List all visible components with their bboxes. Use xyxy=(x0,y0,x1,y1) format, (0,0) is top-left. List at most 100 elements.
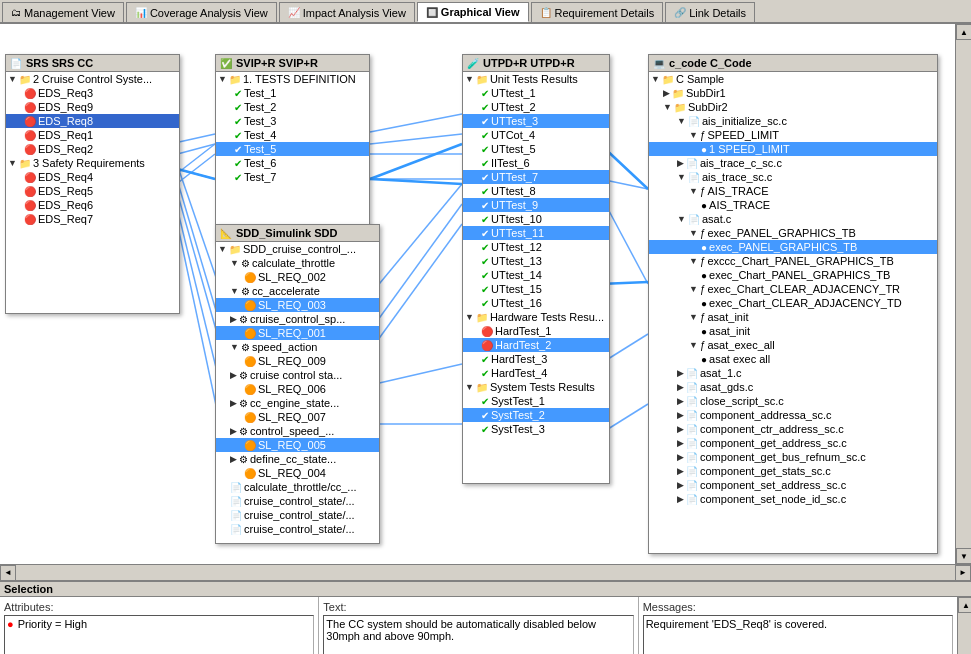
scroll-up-button[interactable]: ▲ xyxy=(956,24,971,40)
utpd-hard1[interactable]: 🔴 HardTest_1 xyxy=(463,324,609,338)
ccode-asat-exec-func[interactable]: ▼ ƒ asat_exec_all xyxy=(649,338,937,352)
sdd-item-req003[interactable]: 🟠 SL_REQ_003 xyxy=(216,298,379,312)
ccode-exec-panel-func[interactable]: ▼ ƒ exec_PANEL_GRAPHICS_TB xyxy=(649,226,937,240)
ccode-asat-init-func[interactable]: ▼ ƒ asat_init xyxy=(649,310,937,324)
utpd-hard3[interactable]: ✔ HardTest_3 xyxy=(463,352,609,366)
utpd-test9[interactable]: ✔ UTTest_9 xyxy=(463,198,609,212)
ccode-ais-trace-sc[interactable]: ▼ 📄 ais_trace_sc.c xyxy=(649,170,937,184)
svip-item-tests[interactable]: ▼ 📁 1. TESTS DEFINITION xyxy=(216,72,369,86)
sdd-item-cruise-stat[interactable]: ▶ ⚙ cruise control sta... xyxy=(216,368,379,382)
srs-item-req7[interactable]: 🔴 EDS_Req7 xyxy=(6,212,179,226)
svip-item-test4[interactable]: ✔ Test_4 xyxy=(216,128,369,142)
sdd-item-req001[interactable]: 🟠 SL_REQ_001 xyxy=(216,326,379,340)
ccode-ais-trace-func[interactable]: ▼ ƒ AIS_TRACE xyxy=(649,184,937,198)
utpd-test10[interactable]: ✔ UTtest_10 xyxy=(463,212,609,226)
ccode-close-script[interactable]: ▶ 📄 close_script_sc.c xyxy=(649,394,937,408)
tab-req-details[interactable]: 📋 Requirement Details xyxy=(531,2,664,22)
utpd-test8[interactable]: ✔ UTtest_8 xyxy=(463,184,609,198)
sdd-item-calc[interactable]: ▼ ⚙ calculate_throttle xyxy=(216,256,379,270)
sdd-item-cruise[interactable]: ▼ 📁 SDD_cruise_control_... xyxy=(216,242,379,256)
tab-link-details[interactable]: 🔗 Link Details xyxy=(665,2,755,22)
sdd-item-req009[interactable]: 🟠 SL_REQ_009 xyxy=(216,354,379,368)
utpd-test3[interactable]: ✔ UTTest_3 xyxy=(463,114,609,128)
sdd-item-req005[interactable]: 🟠 SL_REQ_005 xyxy=(216,438,379,452)
sdd-item-control-speed[interactable]: ▶ ⚙ control_speed_... xyxy=(216,424,379,438)
srs-item-req4[interactable]: 🔴 EDS_Req4 xyxy=(6,170,179,184)
ccode-asat[interactable]: ▼ 📄 asat.c xyxy=(649,212,937,226)
srs-item-req6[interactable]: 🔴 EDS_Req6 xyxy=(6,198,179,212)
sdd-item-req006[interactable]: 🟠 SL_REQ_006 xyxy=(216,382,379,396)
srs-item-req5[interactable]: 🔴 EDS_Req5 xyxy=(6,184,179,198)
sdd-item-req004[interactable]: 🟠 SL_REQ_004 xyxy=(216,466,379,480)
sdd-item-cruise-file1[interactable]: 📄 cruise_control_state/... xyxy=(216,494,379,508)
sdd-item-define[interactable]: ▶ ⚙ define_cc_state... xyxy=(216,452,379,466)
utpd-hard4[interactable]: ✔ HardTest_4 xyxy=(463,366,609,380)
ccode-asat-init-item[interactable]: ● asat_init xyxy=(649,324,937,338)
ccode-asat1[interactable]: ▶ 📄 asat_1.c xyxy=(649,366,937,380)
ccode-comp-bus[interactable]: ▶ 📄 component_get_bus_refnum_sc.c xyxy=(649,450,937,464)
utpd-test11[interactable]: ✔ UTTest_11 xyxy=(463,226,609,240)
svip-item-test1[interactable]: ✔ Test_1 xyxy=(216,86,369,100)
srs-item-req9[interactable]: 🔴 EDS_Req9 xyxy=(6,100,179,114)
utpd-test16[interactable]: ✔ UTtest_16 xyxy=(463,296,609,310)
tab-impact[interactable]: 📈 Impact Analysis View xyxy=(279,2,415,22)
utpd-test12[interactable]: ✔ UTtest_12 xyxy=(463,240,609,254)
sdd-item-cruise-file3[interactable]: 📄 cruise_control_state/... xyxy=(216,522,379,536)
utpd-test5[interactable]: ✔ UTtest_5 xyxy=(463,142,609,156)
utpd-test2[interactable]: ✔ UTtest_2 xyxy=(463,100,609,114)
msg-scroll-track[interactable] xyxy=(958,613,971,654)
expand-safety[interactable]: ▼ xyxy=(8,158,17,168)
sdd-item-engine[interactable]: ▶ ⚙ cc_engine_state... xyxy=(216,396,379,410)
ccode-exec-chart-item[interactable]: ● exec_Chart_PANEL_GRAPHICS_TB xyxy=(649,268,937,282)
ccode-exccc-chart-func[interactable]: ▼ ƒ exccc_Chart_PANEL_GRAPHICS_TB xyxy=(649,254,937,268)
ccode-ais-trace-c[interactable]: ▶ 📄 ais_trace_c_sc.c xyxy=(649,156,937,170)
utpd-test14[interactable]: ✔ UTtest_14 xyxy=(463,268,609,282)
ccode-ais-trace-item[interactable]: ● AIS_TRACE xyxy=(649,198,937,212)
ccode-comp-addr[interactable]: ▶ 📄 component_addressa_sc.c xyxy=(649,408,937,422)
sdd-item-calc-file[interactable]: 📄 calculate_throttle/cc_... xyxy=(216,480,379,494)
srs-item-cruise[interactable]: ▼ 📁 2 Cruise Control Syste... xyxy=(6,72,179,86)
utpd-test1[interactable]: ✔ UTtest_1 xyxy=(463,86,609,100)
tab-management[interactable]: 🗂 Management View xyxy=(2,2,124,22)
sdd-item-speed-ctrl[interactable]: ▶ ⚙ cruise_control_sp... xyxy=(216,312,379,326)
expand-sdd[interactable]: ▼ xyxy=(218,244,227,254)
svip-item-test2[interactable]: ✔ Test_2 xyxy=(216,100,369,114)
scroll-down-button[interactable]: ▼ xyxy=(956,548,971,564)
utpd-hard2[interactable]: 🔴 HardTest_2 xyxy=(463,338,609,352)
tab-coverage[interactable]: 📊 Coverage Analysis View xyxy=(126,2,277,22)
ccode-comp-ctr[interactable]: ▶ 📄 component_ctr_address_sc.c xyxy=(649,422,937,436)
sdd-item-req002[interactable]: 🟠 SL_REQ_002 xyxy=(216,270,379,284)
sdd-item-cruise-file2[interactable]: 📄 cruise_control_state/... xyxy=(216,508,379,522)
utpd-test7[interactable]: ✔ UTTest_7 xyxy=(463,170,609,184)
sdd-item-req007[interactable]: 🟠 SL_REQ_007 xyxy=(216,410,379,424)
expand-tests[interactable]: ▼ xyxy=(218,74,227,84)
svip-item-test7[interactable]: ✔ Test_7 xyxy=(216,170,369,184)
msg-scroll-up[interactable]: ▲ xyxy=(958,597,971,613)
ccode-comp-get-addr[interactable]: ▶ 📄 component_get_address_sc.c xyxy=(649,436,937,450)
ccode-comp-stats[interactable]: ▶ 📄 component_get_stats_sc.c xyxy=(649,464,937,478)
srs-item-req1[interactable]: 🔴 EDS_Req1 xyxy=(6,128,179,142)
srs-item-req2[interactable]: 🔴 EDS_Req2 xyxy=(6,142,179,156)
scroll-right-button[interactable]: ► xyxy=(955,565,971,581)
ccode-exec-clear-item[interactable]: ● exec_Chart_CLEAR_ADJACENCY_TD xyxy=(649,296,937,310)
svip-item-test3[interactable]: ✔ Test_3 xyxy=(216,114,369,128)
ccode-comp-node[interactable]: ▶ 📄 component_set_node_id_sc.c xyxy=(649,492,937,506)
ccode-csample[interactable]: ▼ 📁 C Sample xyxy=(649,72,937,86)
utpd-test15[interactable]: ✔ UTtest_15 xyxy=(463,282,609,296)
utpd-folder-sys[interactable]: ▼ 📁 System Tests Results xyxy=(463,380,609,394)
utpd-syst2[interactable]: ✔ SystTest_2 xyxy=(463,408,609,422)
srs-item-req8[interactable]: 🔴 EDS_Req8 xyxy=(6,114,179,128)
srs-item-req3[interactable]: 🔴 EDS_Req3 xyxy=(6,86,179,100)
expand-cruise[interactable]: ▼ xyxy=(8,74,17,84)
utpd-folder-unit[interactable]: ▼ 📁 Unit Tests Results xyxy=(463,72,609,86)
ccode-exec-panel-item[interactable]: ● exec_PANEL_GRAPHICS_TB xyxy=(649,240,937,254)
tab-graphical[interactable]: 🔲 Graphical View xyxy=(417,2,529,22)
scroll-track[interactable] xyxy=(956,40,971,548)
srs-item-safety[interactable]: ▼ 📁 3 Safety Requirements xyxy=(6,156,179,170)
utpd-syst1[interactable]: ✔ SystTest_1 xyxy=(463,394,609,408)
ccode-ais-init[interactable]: ▼ 📄 ais_initialize_sc.c xyxy=(649,114,937,128)
ccode-subdir2[interactable]: ▼ 📁 SubDir2 xyxy=(649,100,937,114)
utpd-test13[interactable]: ✔ UTtest_13 xyxy=(463,254,609,268)
utpd-test6[interactable]: ✔ IITest_6 xyxy=(463,156,609,170)
utpd-test4[interactable]: ✔ UTCot_4 xyxy=(463,128,609,142)
